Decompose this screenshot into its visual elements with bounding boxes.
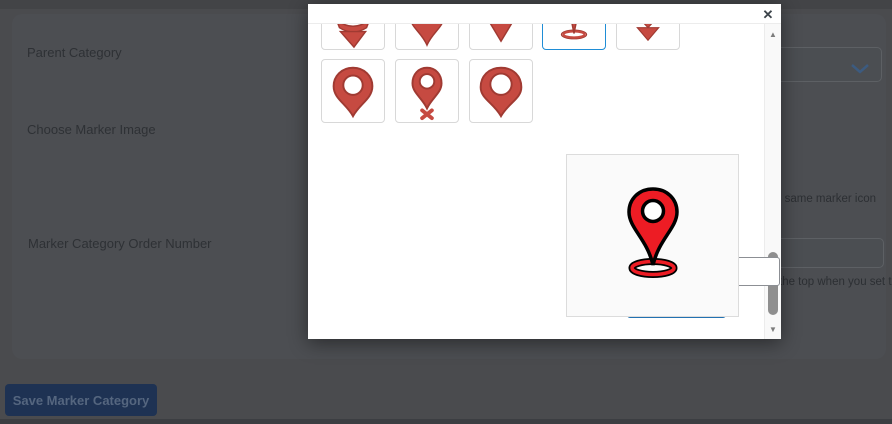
choose-marker-image-label: Choose Marker Image: [27, 122, 156, 137]
order-number-label: Marker Category Order Number: [28, 236, 212, 251]
marker-pin-x[interactable]: [395, 59, 459, 123]
pin-x-marker-icon: [411, 66, 443, 121]
parent-category-label: Parent Category: [27, 45, 122, 60]
marker-striped-cone[interactable]: [321, 24, 385, 50]
marker-pin-large-hole[interactable]: [469, 59, 533, 123]
marker-double-arrow-down[interactable]: [616, 24, 680, 50]
close-icon[interactable]: ✕: [760, 7, 776, 23]
striped-cone-marker-icon: [337, 24, 369, 49]
modal-header: [308, 4, 781, 24]
marker-teardrop[interactable]: [395, 24, 459, 50]
pin-round-hole-marker-icon: [332, 66, 374, 119]
marker-arrow-down[interactable]: [469, 24, 533, 50]
marker-pin-round-hole[interactable]: [321, 59, 385, 123]
marker-preview-panel: [566, 154, 739, 317]
pin-large-hole-marker-icon: [479, 66, 523, 119]
marker-preview-icon: [626, 187, 679, 278]
scroll-down-icon[interactable]: ▼: [765, 325, 781, 334]
window-bottom-edge: [0, 419, 892, 424]
chevron-down-icon: [851, 61, 869, 79]
double-arrow-down-marker-icon: [636, 24, 660, 42]
modal-scrollbar[interactable]: ▲ ▼: [764, 24, 781, 339]
marker-drop-pin-ellipse[interactable]: [542, 24, 606, 50]
marker-icon-modal: ✕ 8 ▲ ▼: [308, 4, 781, 339]
order-hint-text: the top when you set the: [779, 276, 892, 288]
teardrop-marker-icon: [411, 24, 443, 47]
arrow-down-marker-icon: [489, 24, 513, 43]
drop-pin-ellipse-marker-icon: [560, 24, 588, 40]
scroll-up-icon[interactable]: ▲: [765, 30, 781, 39]
save-marker-category-button[interactable]: Save Marker Category: [5, 384, 157, 416]
